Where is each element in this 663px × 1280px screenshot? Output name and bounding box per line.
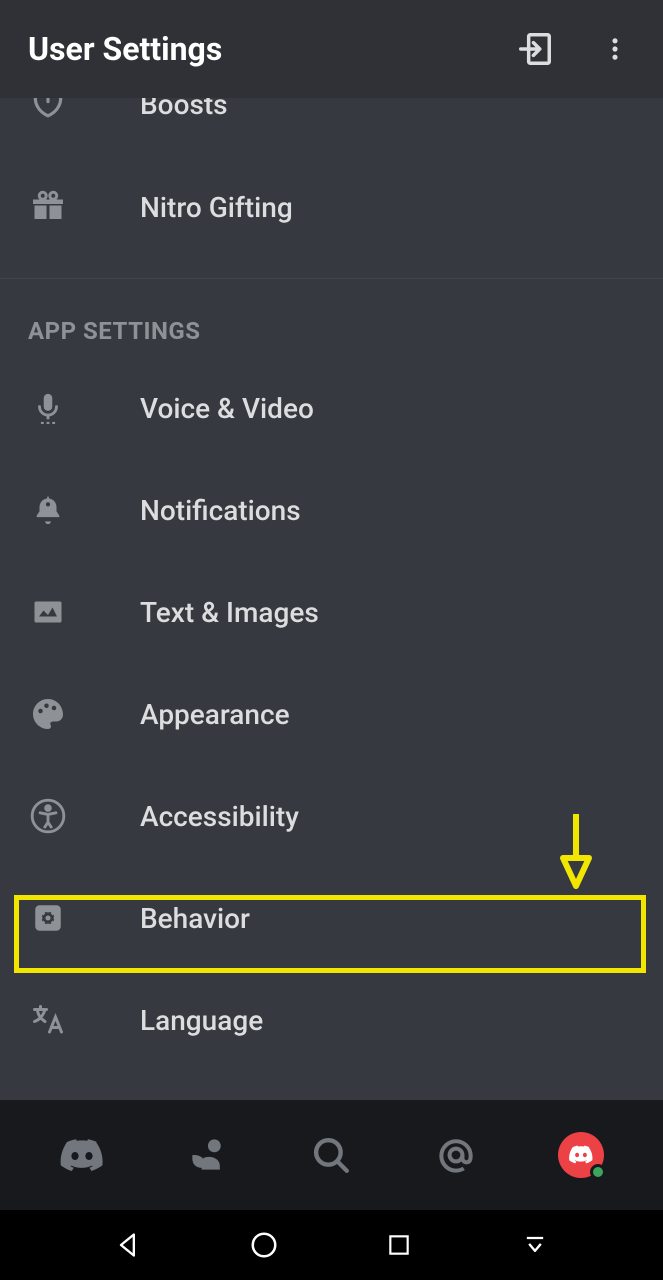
settings-item-behavior[interactable]: Behavior bbox=[0, 867, 663, 969]
page-title: User Settings bbox=[28, 30, 222, 68]
settings-item-label: Boosts bbox=[140, 98, 228, 121]
nav-friends-icon[interactable] bbox=[177, 1125, 237, 1185]
settings-content: Boosts Nitro Gifting APP SETTINGS bbox=[0, 98, 663, 1100]
system-home-button[interactable] bbox=[244, 1225, 284, 1265]
nav-mentions-icon[interactable] bbox=[426, 1125, 486, 1185]
overflow-menu-icon[interactable] bbox=[595, 29, 635, 69]
system-nav bbox=[0, 1210, 663, 1280]
settings-item-boosts[interactable]: Boosts bbox=[0, 98, 663, 156]
settings-item-notifications[interactable]: Notifications bbox=[0, 459, 663, 561]
settings-item-label: Accessibility bbox=[140, 800, 299, 833]
settings-item-appearance[interactable]: Appearance bbox=[0, 663, 663, 765]
system-recents-button[interactable] bbox=[379, 1225, 419, 1265]
bottom-nav bbox=[0, 1100, 663, 1210]
nav-search-icon[interactable] bbox=[301, 1125, 361, 1185]
accessibility-icon bbox=[28, 796, 68, 836]
settings-item-label: Notifications bbox=[140, 494, 301, 527]
header: User Settings bbox=[0, 0, 663, 98]
header-actions bbox=[515, 29, 635, 69]
login-icon[interactable] bbox=[515, 29, 555, 69]
settings-item-accessibility[interactable]: Accessibility bbox=[0, 765, 663, 867]
settings-item-label: Voice & Video bbox=[140, 392, 314, 425]
settings-item-text-images[interactable]: Text & Images bbox=[0, 561, 663, 663]
system-dropdown-button[interactable] bbox=[515, 1225, 555, 1265]
shield-boost-icon bbox=[28, 98, 68, 120]
bell-icon bbox=[28, 490, 68, 530]
section-header-app-settings: APP SETTINGS bbox=[0, 279, 663, 357]
settings-item-nitro-gifting[interactable]: Nitro Gifting bbox=[0, 156, 663, 258]
settings-item-label: Appearance bbox=[140, 698, 290, 731]
image-icon bbox=[28, 592, 68, 632]
nav-avatar[interactable] bbox=[551, 1125, 611, 1185]
settings-item-label: Language bbox=[140, 1004, 263, 1037]
palette-icon bbox=[28, 694, 68, 734]
settings-item-label: Behavior bbox=[140, 902, 250, 935]
system-back-button[interactable] bbox=[108, 1225, 148, 1265]
status-online-dot bbox=[590, 1164, 606, 1180]
gift-icon bbox=[28, 187, 68, 227]
gear-icon bbox=[28, 898, 68, 938]
nav-discord-icon[interactable] bbox=[52, 1125, 112, 1185]
mic-icon bbox=[28, 388, 68, 428]
settings-item-label: Text & Images bbox=[140, 596, 319, 629]
avatar-icon bbox=[558, 1132, 604, 1178]
settings-item-language[interactable]: Language bbox=[0, 969, 663, 1071]
settings-item-voice-video[interactable]: Voice & Video bbox=[0, 357, 663, 459]
settings-item-label: Nitro Gifting bbox=[140, 191, 293, 224]
translate-icon bbox=[28, 1000, 68, 1040]
